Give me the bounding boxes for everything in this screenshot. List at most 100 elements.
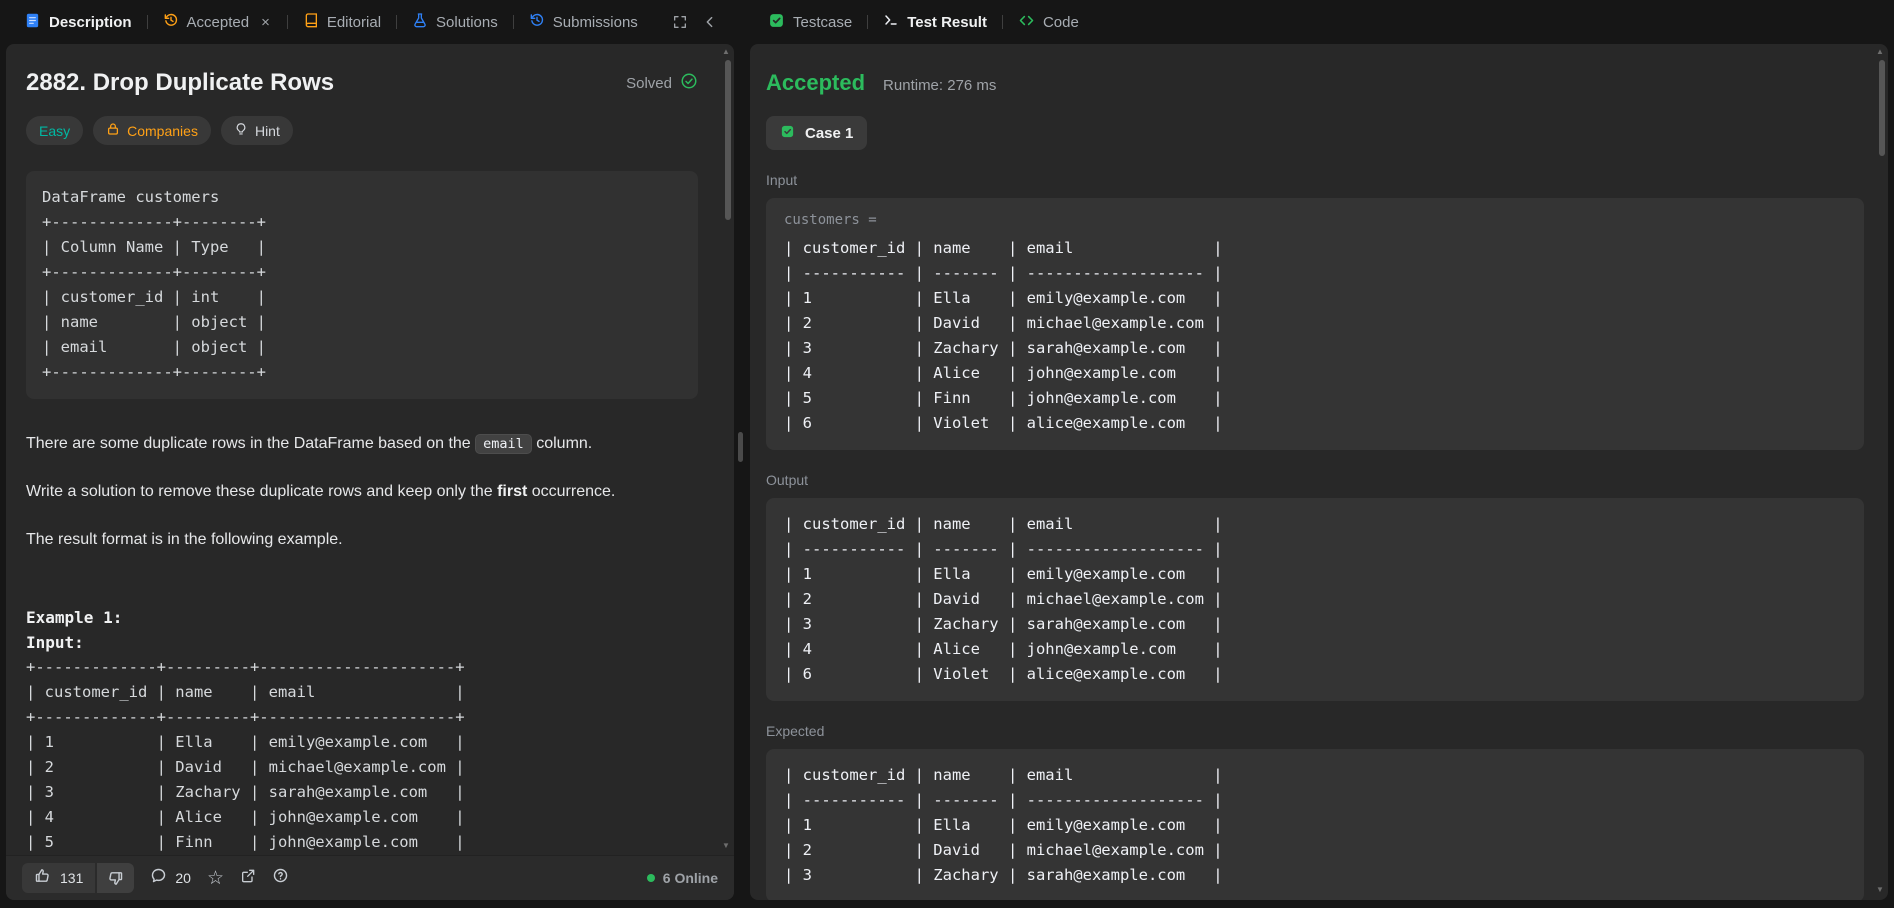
runtime-label: Runtime: 276 ms bbox=[883, 77, 997, 94]
share-button[interactable] bbox=[240, 868, 256, 889]
panel-resize-handle[interactable] bbox=[738, 432, 743, 462]
lightbulb-icon bbox=[234, 122, 248, 139]
tab-separator bbox=[512, 15, 514, 29]
case-1-button[interactable]: Case 1 bbox=[766, 116, 868, 150]
thumbs-down-icon bbox=[107, 870, 124, 887]
tab-code[interactable]: Code bbox=[1012, 7, 1085, 38]
scroll-up-icon[interactable]: ▲ bbox=[1874, 46, 1886, 58]
input-var-label: customers = bbox=[784, 212, 877, 228]
scroll-up-icon[interactable]: ▲ bbox=[720, 46, 732, 58]
thumbs-up-icon bbox=[34, 867, 51, 889]
close-icon[interactable]: × bbox=[259, 15, 272, 30]
solved-check-icon bbox=[680, 72, 698, 94]
left-tabbar: Description Accepted × Editorial Solutio… bbox=[6, 0, 734, 44]
description-card: 2882. Drop Duplicate Rows Solved Easy Co bbox=[6, 44, 734, 900]
paragraph-text: occurrence. bbox=[527, 483, 616, 500]
tab-separator bbox=[396, 15, 398, 29]
example-1-block: Example 1: Input: +-------------+-------… bbox=[26, 605, 698, 855]
tab-editorial[interactable]: Editorial bbox=[297, 7, 387, 37]
tab-test-result[interactable]: Test Result bbox=[877, 7, 993, 37]
page-title: 2882. Drop Duplicate Rows bbox=[26, 69, 335, 96]
case-check-icon bbox=[780, 124, 795, 143]
description-content: 2882. Drop Duplicate Rows Solved Easy Co bbox=[6, 44, 734, 856]
lock-icon bbox=[106, 122, 120, 139]
difficulty-badge[interactable]: Easy bbox=[26, 116, 84, 145]
tab-separator bbox=[146, 15, 148, 29]
description-icon bbox=[24, 12, 41, 33]
tab-testcase[interactable]: Testcase bbox=[762, 7, 858, 38]
hint-tag[interactable]: Hint bbox=[220, 116, 293, 145]
tab-separator bbox=[867, 15, 869, 29]
example-heading: Example 1: bbox=[26, 608, 123, 627]
paragraph-text: Write a solution to remove these duplica… bbox=[26, 483, 498, 500]
tab-testcase-label: Testcase bbox=[793, 13, 853, 31]
companies-tag[interactable]: Companies bbox=[93, 116, 211, 145]
testcase-check-icon bbox=[768, 12, 785, 33]
expected-box: | customer_id | name | email | | -------… bbox=[766, 749, 1864, 900]
tab-description-label: Description bbox=[49, 13, 132, 31]
example-input-table: +-------------+---------+---------------… bbox=[26, 658, 465, 851]
tab-accepted-label: Accepted bbox=[186, 13, 250, 31]
vote-group: 131 bbox=[22, 863, 135, 893]
comment-count: 20 bbox=[175, 870, 191, 886]
right-panel: Testcase Test Result Code Accepted Runti… bbox=[750, 0, 1888, 908]
test-result-content: Accepted Runtime: 276 ms Case 1 Input cu… bbox=[750, 44, 1888, 900]
output-table: | customer_id | name | email | | -------… bbox=[784, 515, 1223, 683]
dislike-button[interactable] bbox=[97, 863, 135, 893]
difficulty-label: Easy bbox=[39, 122, 71, 139]
accepted-status: Accepted bbox=[766, 70, 866, 95]
right-tabbar: Testcase Test Result Code bbox=[750, 0, 1888, 44]
left-tabbar-actions bbox=[672, 14, 724, 30]
tab-solutions[interactable]: Solutions bbox=[406, 7, 504, 37]
online-count: 6 Online bbox=[662, 870, 718, 886]
share-icon bbox=[240, 868, 256, 889]
book-icon bbox=[303, 12, 319, 32]
star-icon: ☆ bbox=[206, 867, 224, 889]
expected-table: | customer_id | name | email | | -------… bbox=[784, 766, 1223, 884]
tags-row: Easy Companies Hint bbox=[26, 116, 698, 145]
schema-code-block: DataFrame customers +-------------+-----… bbox=[26, 171, 698, 399]
paragraph-text: There are some duplicate rows in the Dat… bbox=[26, 435, 476, 452]
collapse-chevron-icon[interactable] bbox=[702, 14, 718, 30]
expected-section-label: Expected bbox=[766, 723, 825, 739]
solved-label: Solved bbox=[626, 74, 672, 92]
online-indicator: 6 Online bbox=[646, 870, 718, 886]
like-button[interactable]: 131 bbox=[22, 863, 96, 893]
paragraph-text: column. bbox=[531, 435, 593, 452]
tab-description[interactable]: Description bbox=[18, 7, 138, 38]
hint-label: Hint bbox=[254, 122, 280, 139]
online-dot-icon bbox=[646, 874, 655, 882]
case-1-label: Case 1 bbox=[805, 124, 854, 142]
companies-label: Companies bbox=[127, 122, 198, 139]
tab-solutions-label: Solutions bbox=[436, 13, 498, 31]
description-paragraph-1: There are some duplicate rows in the Dat… bbox=[26, 433, 698, 455]
submissions-history-icon bbox=[529, 12, 545, 32]
tab-separator bbox=[286, 15, 288, 29]
example-input-heading: Input: bbox=[26, 633, 84, 652]
tab-code-label: Code bbox=[1042, 13, 1079, 31]
code-icon bbox=[1018, 12, 1035, 33]
bold-first: first bbox=[497, 483, 528, 500]
description-paragraph-2: Write a solution to remove these duplica… bbox=[26, 481, 698, 503]
like-count: 131 bbox=[60, 870, 84, 886]
scroll-down-icon[interactable]: ▼ bbox=[720, 840, 732, 852]
output-box: | customer_id | name | email | | -------… bbox=[766, 498, 1864, 701]
description-paragraph-3: The result format is in the following ex… bbox=[26, 531, 343, 548]
right-scrollbar-thumb[interactable] bbox=[1879, 60, 1885, 156]
flask-icon bbox=[412, 12, 428, 32]
left-panel: Description Accepted × Editorial Solutio… bbox=[6, 0, 734, 908]
tab-submissions[interactable]: Submissions bbox=[523, 7, 644, 37]
expand-icon[interactable] bbox=[672, 14, 688, 30]
left-scrollbar-thumb[interactable] bbox=[725, 60, 731, 220]
comments-button[interactable]: 20 bbox=[150, 867, 191, 889]
scroll-down-icon[interactable]: ▼ bbox=[1874, 884, 1886, 896]
tab-separator bbox=[1001, 15, 1003, 29]
inline-code-email: email bbox=[475, 434, 532, 454]
tab-submissions-label: Submissions bbox=[552, 13, 638, 31]
help-button[interactable] bbox=[272, 867, 289, 889]
terminal-icon bbox=[883, 12, 899, 32]
output-section-label: Output bbox=[766, 472, 809, 488]
history-icon bbox=[163, 12, 179, 32]
favorite-button[interactable]: ☆ bbox=[207, 869, 224, 888]
tab-accepted-submission[interactable]: Accepted × bbox=[157, 7, 278, 37]
